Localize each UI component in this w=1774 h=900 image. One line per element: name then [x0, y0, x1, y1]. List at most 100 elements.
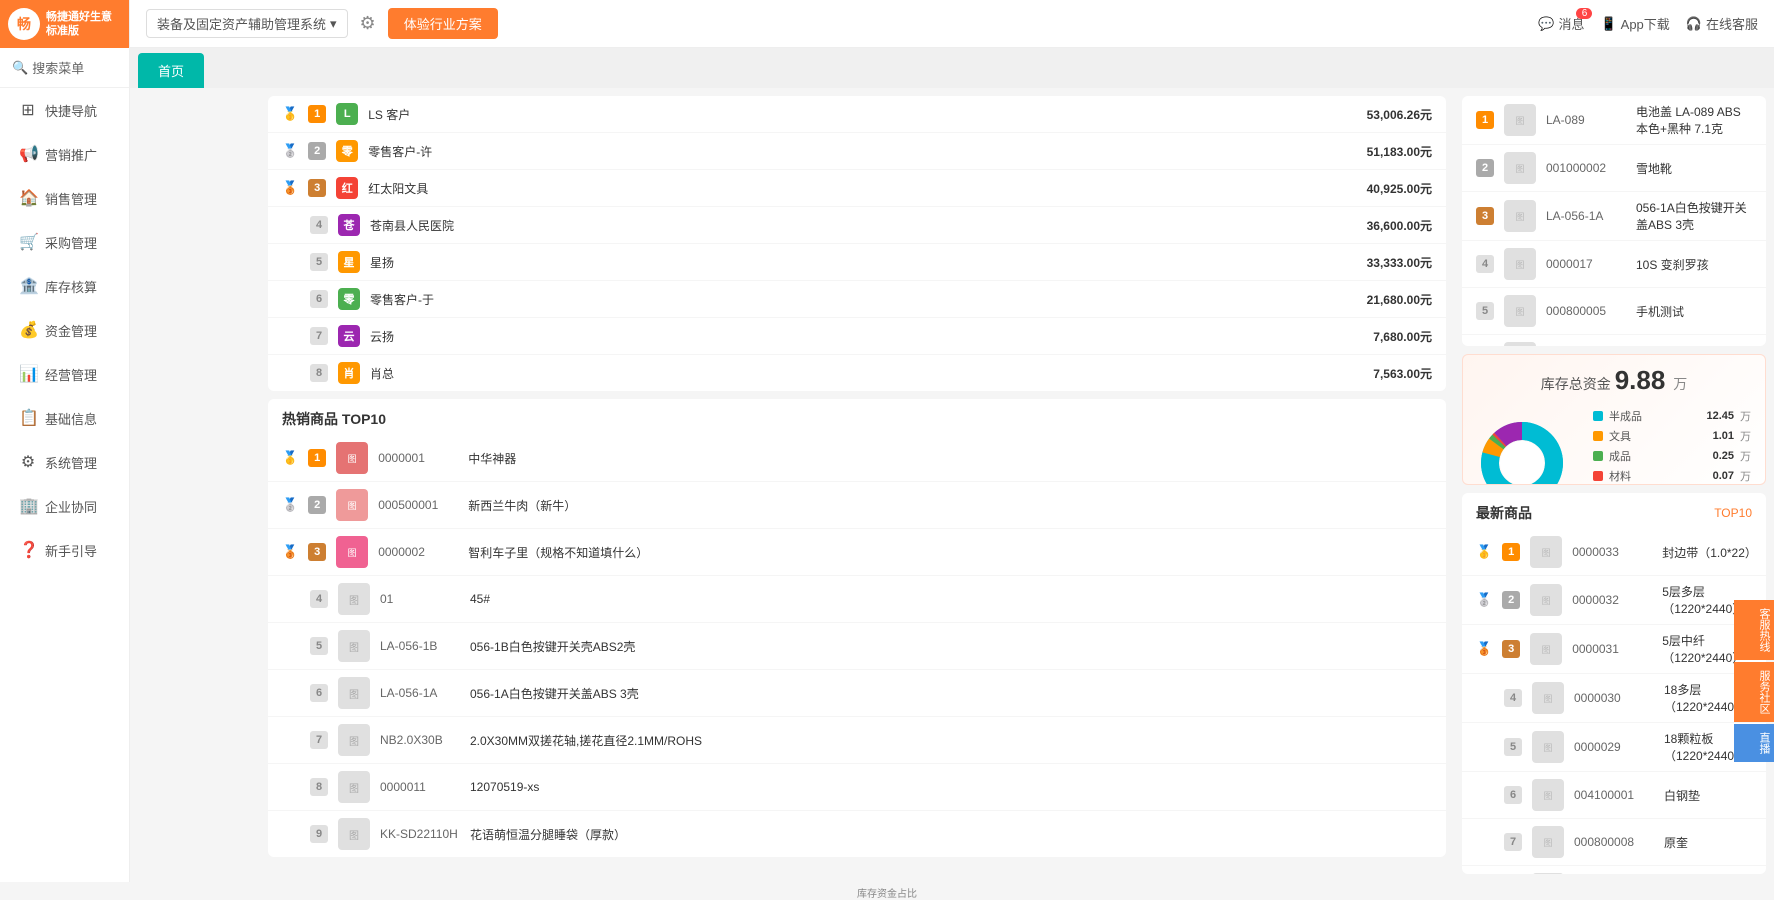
- medal-icon: 🥉: [282, 544, 298, 560]
- product-code: LA-056-1B: [380, 639, 460, 653]
- sidebar-item-inventory[interactable]: 🏦库存核算: [0, 264, 129, 308]
- rank-number: 4: [310, 216, 328, 234]
- legend-value: 12.45: [1706, 410, 1734, 422]
- sidebar-item-basic-info[interactable]: 📋基础信息: [0, 396, 129, 440]
- service-community-button[interactable]: 服务社区: [1734, 662, 1774, 722]
- rank-number: 8: [310, 364, 328, 382]
- customer-row: 5 星 星扬 33,333.00元: [268, 244, 1446, 281]
- sidebar-item-operations[interactable]: 📊经营管理: [0, 352, 129, 396]
- product-thumbnail: 图: [1530, 633, 1562, 665]
- product-thumbnail: 图: [1532, 682, 1564, 714]
- topbar: 装备及固定资产辅助管理系统 ▾ ⚙ 体验行业方案 💬 消息 6 📱 App下载 …: [130, 0, 1774, 48]
- customer-value: 36,600.00元: [1367, 217, 1432, 234]
- hot-products-title: 热销商品 TOP10: [282, 409, 386, 429]
- headset-icon: 🎧: [1686, 16, 1702, 32]
- search-menu[interactable]: 🔍 搜索菜单: [0, 48, 129, 88]
- product-rank-row: 5 图 000800005 手机测试: [1462, 288, 1766, 335]
- rank-number: 5: [310, 253, 328, 271]
- sidebar-item-finance[interactable]: 💰资金管理: [0, 308, 129, 352]
- customer-avatar: 苍: [338, 214, 360, 236]
- logo-text: 畅捷通好生意 标准版: [46, 10, 112, 39]
- customer-service-button[interactable]: 客服热线: [1734, 600, 1774, 660]
- hot-product-row: 9 图 KK-SD22110H 花语萌恒温分腿睡袋（厚款）: [268, 811, 1446, 857]
- product-name: 手机测试: [1636, 303, 1752, 320]
- product-code: 0000002: [378, 545, 458, 559]
- rank-number: 1: [308, 449, 326, 467]
- sidebar-item-sales[interactable]: 🏠销售管理: [0, 176, 129, 220]
- customer-avatar: 肖: [338, 362, 360, 384]
- nav-label-sales: 销售管理: [45, 189, 97, 208]
- online-service-button[interactable]: 🎧 在线客服: [1686, 14, 1758, 33]
- product-name: 电池盖 LA-089 ABS本色+黑种 7.1克: [1636, 103, 1752, 137]
- content-middle: 🥇 1 L LS 客户 53,006.26元 🥈 2 零 零售客户-许 51,1…: [260, 88, 1454, 882]
- customer-row: 🥈 2 零 零售客户-许 51,183.00元: [268, 133, 1446, 170]
- customer-name: 肖总: [370, 365, 1363, 382]
- hot-product-row: 🥈 2 图 000500001 新西兰牛肉（新牛）: [268, 482, 1446, 529]
- sidebar-nav: ⊞快捷导航📢营销推广🏠销售管理🛒采购管理🏦库存核算💰资金管理📊经营管理📋基础信息…: [0, 88, 129, 572]
- customer-avatar: 云: [338, 325, 360, 347]
- content-right: 1 图 LA-089 电池盖 LA-089 ABS本色+黑种 7.1克 2 图 …: [1454, 88, 1774, 882]
- customer-rank-table: 🥇 1 L LS 客户 53,006.26元 🥈 2 零 零售客户-许 51,1…: [268, 96, 1446, 391]
- nav-icon-quick-nav: ⊞: [19, 100, 37, 120]
- product-name: 056-1B白色按键开关壳ABS2壳: [470, 638, 1432, 655]
- product-thumbnail: 图: [336, 489, 368, 521]
- hot-product-row: 5 图 LA-056-1B 056-1B白色按键开关壳ABS2壳: [268, 623, 1446, 670]
- sidebar-item-system[interactable]: ⚙系统管理: [0, 440, 129, 484]
- new-product-row: 8 图 10000100001 原奎: [1462, 866, 1766, 874]
- rank-number: 4: [310, 590, 328, 608]
- app-download-button[interactable]: 📱 App下载: [1600, 14, 1669, 33]
- customer-row: 4 苍 苍南县人民医院 36,600.00元: [268, 207, 1446, 244]
- product-thumbnail: 图: [1532, 731, 1564, 763]
- settings-icon[interactable]: ⚙: [360, 13, 376, 34]
- new-product-row: 5 图 0000029 18颗粒板（1220*2440）: [1462, 723, 1766, 772]
- hot-product-row: 8 图 0000011 12070519-xs: [268, 764, 1446, 811]
- nav-label-inventory: 库存核算: [45, 277, 97, 296]
- new-products-card: 最新商品 TOP10 🥇 1 图 0000033 封边带（1.0*22） 🥈 2…: [1462, 493, 1766, 874]
- rank-number: 7: [310, 327, 328, 345]
- nav-icon-basic-info: 📋: [19, 408, 37, 428]
- rank-number: 4: [1476, 255, 1494, 273]
- nav-label-guide: 新手引导: [45, 541, 97, 560]
- rank-number: 3: [308, 179, 326, 197]
- tab-home[interactable]: 首页: [138, 53, 204, 88]
- customer-name: LS 客户: [368, 106, 1356, 123]
- legend-item: 半成品 12.45 万: [1593, 408, 1751, 424]
- legend-color: [1593, 451, 1603, 461]
- inventory-legend: 半成品 12.45 万 文具 1.01 万 成品 0.25 万 材料 0.07 …: [1593, 408, 1751, 485]
- sidebar-item-purchase[interactable]: 🛒采购管理: [0, 220, 129, 264]
- customer-name: 红太阳文具: [368, 180, 1356, 197]
- hot-products-header: 热销商品 TOP10: [268, 399, 1446, 435]
- tabbar: 首页: [130, 48, 1774, 88]
- customer-row: 7 云 云扬 7,680.00元: [268, 318, 1446, 355]
- product-thumbnail-placeholder: 图: [338, 724, 370, 756]
- product-name: 056-1A白色按键开关盖ABS 3壳: [1636, 199, 1752, 233]
- donut-chart: [1477, 418, 1577, 485]
- product-name: 雪地靴: [1636, 160, 1752, 177]
- product-thumbnail: 图: [1530, 536, 1562, 568]
- product-thumbnail: 图: [336, 442, 368, 474]
- legend-item: 成品 0.25 万: [1593, 448, 1751, 464]
- message-button[interactable]: 💬 消息 6: [1538, 14, 1584, 33]
- sidebar-item-marketing[interactable]: 📢营销推广: [0, 132, 129, 176]
- product-code: 000800008: [1574, 835, 1654, 849]
- rank-number: 2: [1502, 591, 1520, 609]
- rank-number: 3: [308, 543, 326, 561]
- legend-value: 1.01: [1713, 430, 1734, 442]
- legend-value: 0.07: [1713, 470, 1734, 482]
- system-selector[interactable]: 装备及固定资产辅助管理系统 ▾: [146, 9, 348, 38]
- product-name: 白钢垫: [1664, 787, 1752, 804]
- medal-icon: 🥉: [282, 180, 298, 196]
- product-rank-row: 1 图 LA-089 电池盖 LA-089 ABS本色+黑种 7.1克: [1462, 96, 1766, 145]
- live-button[interactable]: 直播: [1734, 724, 1774, 762]
- sidebar-item-quick-nav[interactable]: ⊞快捷导航: [0, 88, 129, 132]
- product-name: 2.0X30MM双搓花轴,搓花直径2.1MM/ROHS: [470, 732, 1432, 749]
- product-thumbnail: 图: [1532, 826, 1564, 858]
- demo-button[interactable]: 体验行业方案: [388, 8, 498, 39]
- product-rank-row: 2 图 001000002 雪地靴: [1462, 145, 1766, 192]
- customer-avatar: 零: [336, 140, 358, 162]
- sidebar-item-company[interactable]: 🏢企业协同: [0, 484, 129, 528]
- legend-name: 文具: [1609, 428, 1707, 444]
- sidebar-item-guide[interactable]: ❓新手引导: [0, 528, 129, 572]
- hot-products-table: 🥇 1 图 0000001 中华神器 🥈 2 图 000500001 新西兰牛肉…: [268, 435, 1446, 857]
- product-code: 0000032: [1572, 593, 1652, 607]
